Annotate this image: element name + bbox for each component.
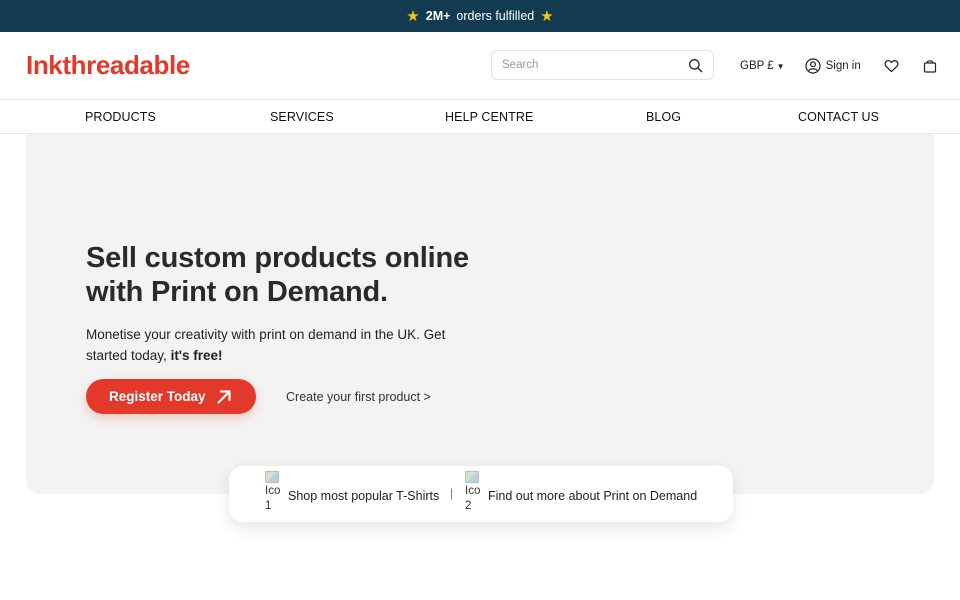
- arrow-up-right-icon: [216, 389, 232, 405]
- hero-section: Sell custom products online with Print o…: [26, 134, 934, 494]
- user-icon: [804, 58, 821, 74]
- sign-in-label: Sign in: [825, 60, 861, 72]
- quick-link-label: Find out more about Print on Demand: [488, 489, 698, 503]
- announcement-bar: ★ 2M+ orders fulfilled ★: [0, 0, 960, 32]
- bag-icon[interactable]: [923, 59, 937, 73]
- broken-image-icon: Ico 2: [465, 471, 487, 514]
- site-header: Inkthreadable GBP £ ▼ Sign in: [0, 32, 960, 100]
- search-box[interactable]: [491, 50, 714, 80]
- main-nav: PRODUCTS SERVICES HELP CENTRE BLOG CONTA…: [0, 100, 960, 134]
- hero-subtitle-text: Monetise your creativity with print on d…: [86, 327, 446, 363]
- nav-contact-us[interactable]: CONTACT US: [798, 110, 879, 124]
- logo[interactable]: Inkthreadable: [26, 50, 190, 81]
- search-icon[interactable]: [687, 57, 703, 73]
- hero-subtitle: Monetise your creativity with print on d…: [86, 324, 486, 366]
- image-alt-word: Ico: [265, 485, 281, 497]
- hero-title-line2: with Print on Demand.: [86, 276, 388, 308]
- quick-link-print-on-demand[interactable]: Ico 2 Find out more about Print on Deman…: [465, 471, 697, 514]
- nav-help-centre[interactable]: HELP CENTRE: [445, 110, 533, 124]
- caret-down-icon: ▼: [776, 61, 785, 71]
- image-alt-word: Ico: [465, 485, 481, 497]
- announcement-text: orders fulfilled: [456, 9, 535, 23]
- separator: |: [450, 486, 454, 500]
- register-button-label: Register Today: [109, 389, 206, 404]
- image-alt-number: 2: [465, 500, 472, 512]
- star-icon: ★: [406, 7, 420, 25]
- register-button[interactable]: Register Today: [86, 379, 256, 414]
- hero-title: Sell custom products online with Print o…: [86, 241, 516, 309]
- currency-label: GBP £: [740, 60, 774, 72]
- star-icon: ★: [540, 7, 554, 25]
- currency-selector[interactable]: GBP £ ▼: [740, 60, 785, 72]
- hero-subtitle-bold: it's free!: [170, 348, 223, 363]
- announcement-highlight: 2M+: [425, 9, 451, 23]
- nav-services[interactable]: SERVICES: [270, 110, 334, 124]
- search-input[interactable]: [502, 59, 672, 71]
- sign-in-link[interactable]: Sign in: [804, 58, 861, 74]
- heart-icon[interactable]: [884, 59, 899, 73]
- nav-blog[interactable]: BLOG: [646, 110, 681, 124]
- image-alt-number: 1: [265, 500, 272, 512]
- nav-products[interactable]: PRODUCTS: [85, 110, 156, 124]
- quick-link-tshirts[interactable]: Ico 1 Shop most popular T-Shirts: [265, 471, 439, 514]
- header-actions: GBP £ ▼ Sign in: [740, 32, 937, 100]
- broken-image-icon: Ico 1: [265, 471, 287, 514]
- hero-title-line1: Sell custom products online: [86, 242, 469, 274]
- create-product-link[interactable]: Create your first product >: [286, 390, 431, 404]
- quick-links-card: Ico 1 Shop most popular T-Shirts | Ico 2…: [229, 466, 733, 522]
- quick-link-label: Shop most popular T-Shirts: [288, 489, 440, 503]
